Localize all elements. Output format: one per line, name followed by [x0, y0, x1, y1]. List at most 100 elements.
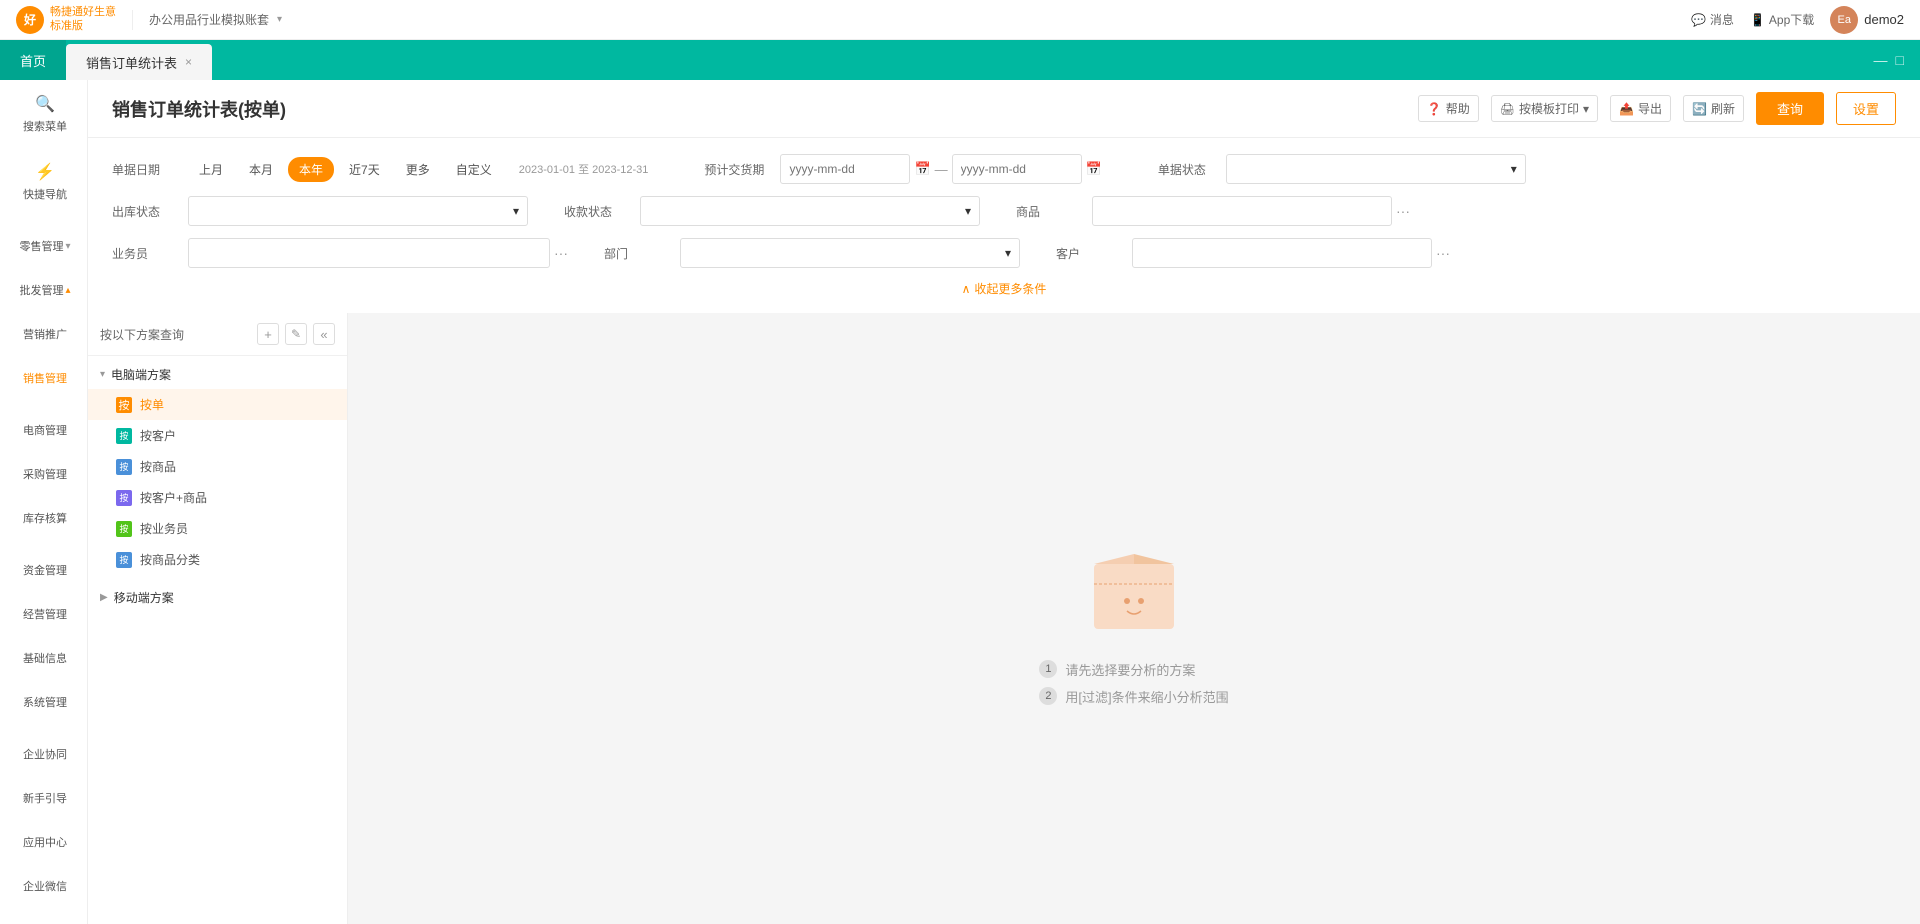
goods-ellipsis[interactable]: ···	[1396, 203, 1410, 219]
empty-hint-1: 1 请先选择要分析的方案	[1039, 660, 1228, 679]
status-label: 单据状态	[1158, 161, 1218, 178]
goods-group: ···	[1092, 196, 1896, 226]
customer-label: 客户	[1056, 245, 1116, 262]
sidebar-item-inventory[interactable]: 库存核算	[0, 496, 87, 540]
sidebar: 🔍 搜索菜单 ⚡ 快捷导航 零售管理 ▾ 批发管理 ▴ 营销推广 销售管理 电商…	[0, 80, 88, 924]
collapse-button[interactable]: ∧ 收起更多条件	[962, 280, 1047, 297]
date-tabs: 上月 本月 本年 近7天 更多 自定义	[188, 157, 503, 182]
sidebar-item-wechat[interactable]: 企业微信	[0, 864, 87, 908]
filter-row-2: 出库状态 ▾ 收款状态 ▾ 商品 ···	[112, 196, 1896, 226]
date-dash: —	[935, 162, 948, 177]
minimize-button[interactable]: —	[1874, 52, 1888, 68]
page-body: 按以下方案查询 + ✎ « ▾ 电脑端方案 按 按单	[88, 313, 1920, 924]
help-button[interactable]: ❓ 帮助	[1418, 95, 1479, 122]
header-actions: ❓ 帮助 🖨 按模板打印 ▾ 📤 导出 🔄 刷新	[1418, 92, 1896, 125]
sidebar-item-enterprise[interactable]: 企业协同	[0, 732, 87, 776]
refresh-icon: 🔄	[1692, 102, 1707, 116]
main-layout: 🔍 搜索菜单 ⚡ 快捷导航 零售管理 ▾ 批发管理 ▴ 营销推广 销售管理 电商…	[0, 80, 1920, 924]
sidebar-item-appcenter[interactable]: 应用中心	[0, 820, 87, 864]
goods-label: 商品	[1016, 203, 1076, 220]
add-scheme-button[interactable]: +	[257, 323, 279, 345]
status-group: 单据状态 ▾	[1158, 154, 1896, 184]
customer-ellipsis[interactable]: ···	[1436, 245, 1450, 261]
department-dropdown-arrow: ▾	[1005, 246, 1011, 260]
scheme-item-by-goods[interactable]: 按 按商品	[88, 451, 347, 482]
export-button[interactable]: 📤 导出	[1610, 95, 1671, 122]
sidebar-item-quicknav[interactable]: ⚡ 快捷导航	[0, 148, 87, 216]
sidebar-item-basic[interactable]: 基础信息	[0, 636, 87, 680]
calendar-icon-start[interactable]: 📅	[914, 161, 930, 177]
salesman-ellipsis[interactable]: ···	[554, 245, 568, 261]
salesman-input[interactable]	[188, 238, 550, 268]
page-title-row: 销售订单统计表(按单) ❓ 帮助 🖨 按模板打印 ▾ 📤 导出	[112, 92, 1896, 137]
content-area: 销售订单统计表(按单) ❓ 帮助 🖨 按模板打印 ▾ 📤 导出	[88, 80, 1920, 924]
date-tab-thisyear[interactable]: 本年	[288, 157, 334, 182]
start-date-input[interactable]	[780, 154, 910, 184]
customer-input[interactable]	[1132, 238, 1432, 268]
maximize-button[interactable]: □	[1896, 52, 1904, 68]
sidebar-item-retail[interactable]: 零售管理 ▾	[0, 224, 87, 268]
empty-hints: 1 请先选择要分析的方案 2 用[过滤]条件来缩小分析范围	[1039, 660, 1228, 714]
sidebar-item-marketing[interactable]: 营销推广	[0, 312, 87, 356]
logo-area: 好 畅捷通好生意 标准版	[16, 6, 116, 34]
scheme-icon-goods: 按	[116, 459, 132, 475]
top-bar-right: 💬 消息 📱 App下载 Ea demo2	[1691, 6, 1904, 34]
scheme-group-mobile-title[interactable]: ▶ 移动端方案	[88, 583, 347, 612]
help-icon: ❓	[1427, 102, 1442, 116]
sidebar-item-operation[interactable]: 经营管理	[0, 592, 87, 636]
print-button[interactable]: 🖨 按模板打印 ▾	[1491, 95, 1598, 122]
end-date-input[interactable]	[952, 154, 1082, 184]
scheme-item-by-salesman[interactable]: 按 按业务员	[88, 513, 347, 544]
expected-date-label: 预计交货期	[704, 163, 764, 177]
empty-illustration	[1064, 524, 1204, 644]
sidebar-item-sales[interactable]: 销售管理	[0, 356, 87, 400]
date-tab-thismonth[interactable]: 本月	[238, 157, 284, 182]
department-label: 部门	[604, 245, 664, 262]
date-tab-lastmonth[interactable]: 上月	[188, 157, 234, 182]
settings-button[interactable]: 设置	[1836, 92, 1896, 125]
wholesale-arrow: ▴	[65, 285, 70, 296]
scheme-item-by-customer-goods[interactable]: 按 按客户+商品	[88, 482, 347, 513]
goods-input[interactable]	[1092, 196, 1392, 226]
refresh-button[interactable]: 🔄 刷新	[1683, 95, 1744, 122]
scheme-group-desktop: ▾ 电脑端方案 按 按单 按 按客户 按 按商品	[88, 356, 347, 579]
sidebar-item-newguide[interactable]: 新手引导	[0, 776, 87, 820]
scheme-icon-order: 按	[116, 397, 132, 413]
divider	[132, 10, 133, 30]
collapse-panel-button[interactable]: «	[313, 323, 335, 345]
scheme-item-by-customer[interactable]: 按 按客户	[88, 420, 347, 451]
user-area[interactable]: Ea demo2	[1830, 6, 1904, 34]
sidebar-item-member[interactable]: 畅会员	[0, 908, 87, 924]
tab-sales-order[interactable]: 销售订单统计表 ×	[66, 44, 212, 80]
query-button[interactable]: 查询	[1756, 92, 1824, 125]
date-tab-custom[interactable]: 自定义	[445, 157, 503, 182]
page-header: 销售订单统计表(按单) ❓ 帮助 🖨 按模板打印 ▾ 📤 导出	[88, 80, 1920, 138]
receipt-select[interactable]: ▾	[640, 196, 980, 226]
date-tab-7days[interactable]: 近7天	[338, 157, 391, 182]
status-select[interactable]: ▾	[1226, 154, 1526, 184]
sidebar-item-wholesale[interactable]: 批发管理 ▴	[0, 268, 87, 312]
scheme-group-desktop-title[interactable]: ▾ 电脑端方案	[88, 360, 347, 389]
sidebar-item-purchase[interactable]: 采购管理	[0, 452, 87, 496]
tab-home[interactable]: 首页	[0, 40, 66, 80]
edit-scheme-button[interactable]: ✎	[285, 323, 307, 345]
print-icon: 🖨	[1500, 102, 1515, 116]
calendar-icon-end[interactable]: 📅	[1086, 161, 1102, 177]
app-dropdown-arrow[interactable]: ▾	[277, 14, 282, 25]
app-download-button[interactable]: 📱 App下载	[1750, 11, 1814, 28]
outbound-select[interactable]: ▾	[188, 196, 528, 226]
scheme-item-by-order[interactable]: 按 按单	[88, 389, 347, 420]
sidebar-item-finance[interactable]: 资金管理	[0, 548, 87, 592]
date-input-group: 📅 — 📅	[780, 154, 1101, 184]
sidebar-item-ecom[interactable]: 电商管理	[0, 408, 87, 452]
date-tab-more[interactable]: 更多	[395, 157, 441, 182]
sidebar-item-system[interactable]: 系统管理	[0, 680, 87, 724]
close-tab-button[interactable]: ×	[185, 55, 192, 69]
department-select[interactable]: ▾	[680, 238, 1020, 268]
scheme-icon-customer: 按	[116, 428, 132, 444]
app-title: 办公用品行业模拟账套	[149, 11, 269, 28]
sidebar-item-search[interactable]: 🔍 搜索菜单	[0, 80, 87, 148]
scheme-item-by-category[interactable]: 按 按商品分类	[88, 544, 347, 575]
collapse-bar: ∧ 收起更多条件	[112, 280, 1896, 297]
message-button[interactable]: 💬 消息	[1691, 11, 1734, 28]
